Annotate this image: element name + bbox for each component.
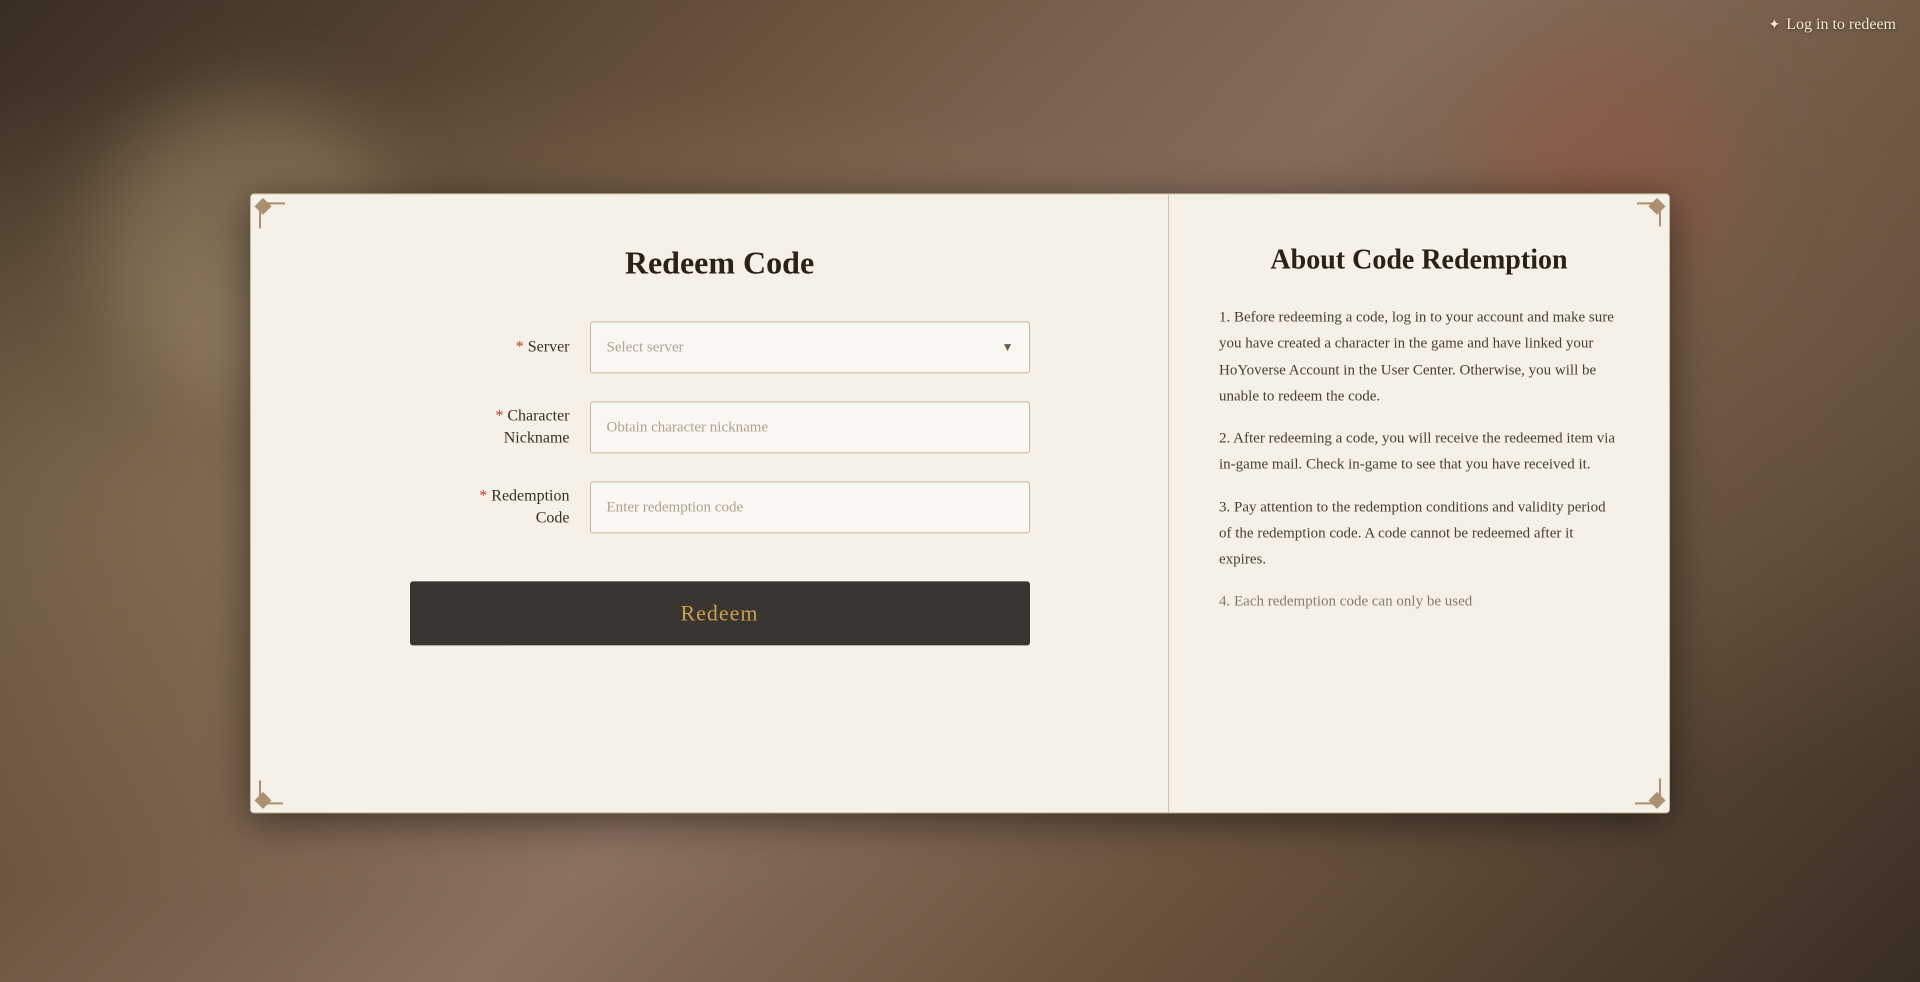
redemption-code-label: *RedemptionCode — [410, 485, 570, 530]
redeem-form: *Server Select server America Europe Asi… — [410, 321, 1030, 645]
info-point-1: 1. Before redeeming a code, log in to yo… — [1219, 304, 1619, 409]
server-select[interactable]: Select server America Europe Asia TW, HK… — [590, 321, 1030, 373]
info-point-2: 2. After redeeming a code, you will rece… — [1219, 425, 1619, 478]
left-panel-title: Redeem Code — [625, 244, 814, 281]
server-required-star: * — [516, 338, 524, 355]
server-label: *Server — [410, 336, 570, 358]
right-panel: About Code Redemption 1. Before redeemin… — [1169, 194, 1669, 812]
login-label: Log in to redeem — [1786, 16, 1896, 34]
redemption-code-row: *RedemptionCode — [410, 481, 1030, 533]
left-panel: Redeem Code *Server Select server Americ… — [251, 194, 1169, 812]
code-required-star: * — [479, 487, 487, 504]
nickname-label: *CharacterNickname — [410, 405, 570, 450]
redeem-button[interactable]: Redeem — [410, 581, 1030, 645]
server-row: *Server Select server America Europe Asi… — [410, 321, 1030, 373]
info-point-4: 4. Each redemption code can only be used — [1219, 589, 1619, 615]
right-panel-content: 1. Before redeeming a code, log in to yo… — [1219, 304, 1619, 615]
nickname-input[interactable] — [590, 401, 1030, 453]
top-bar: ✦ Log in to redeem — [1745, 0, 1920, 50]
main-dialog: Redeem Code *Server Select server Americ… — [250, 193, 1670, 813]
info-point-3: 3. Pay attention to the redemption condi… — [1219, 494, 1619, 573]
login-link[interactable]: ✦ Log in to redeem — [1769, 16, 1896, 34]
nickname-required-star: * — [495, 407, 503, 424]
redemption-code-input[interactable] — [590, 481, 1030, 533]
nickname-row: *CharacterNickname — [410, 401, 1030, 453]
server-select-wrapper: Select server America Europe Asia TW, HK… — [590, 321, 1030, 373]
right-panel-title: About Code Redemption — [1219, 244, 1619, 276]
star-icon: ✦ — [1769, 17, 1781, 34]
